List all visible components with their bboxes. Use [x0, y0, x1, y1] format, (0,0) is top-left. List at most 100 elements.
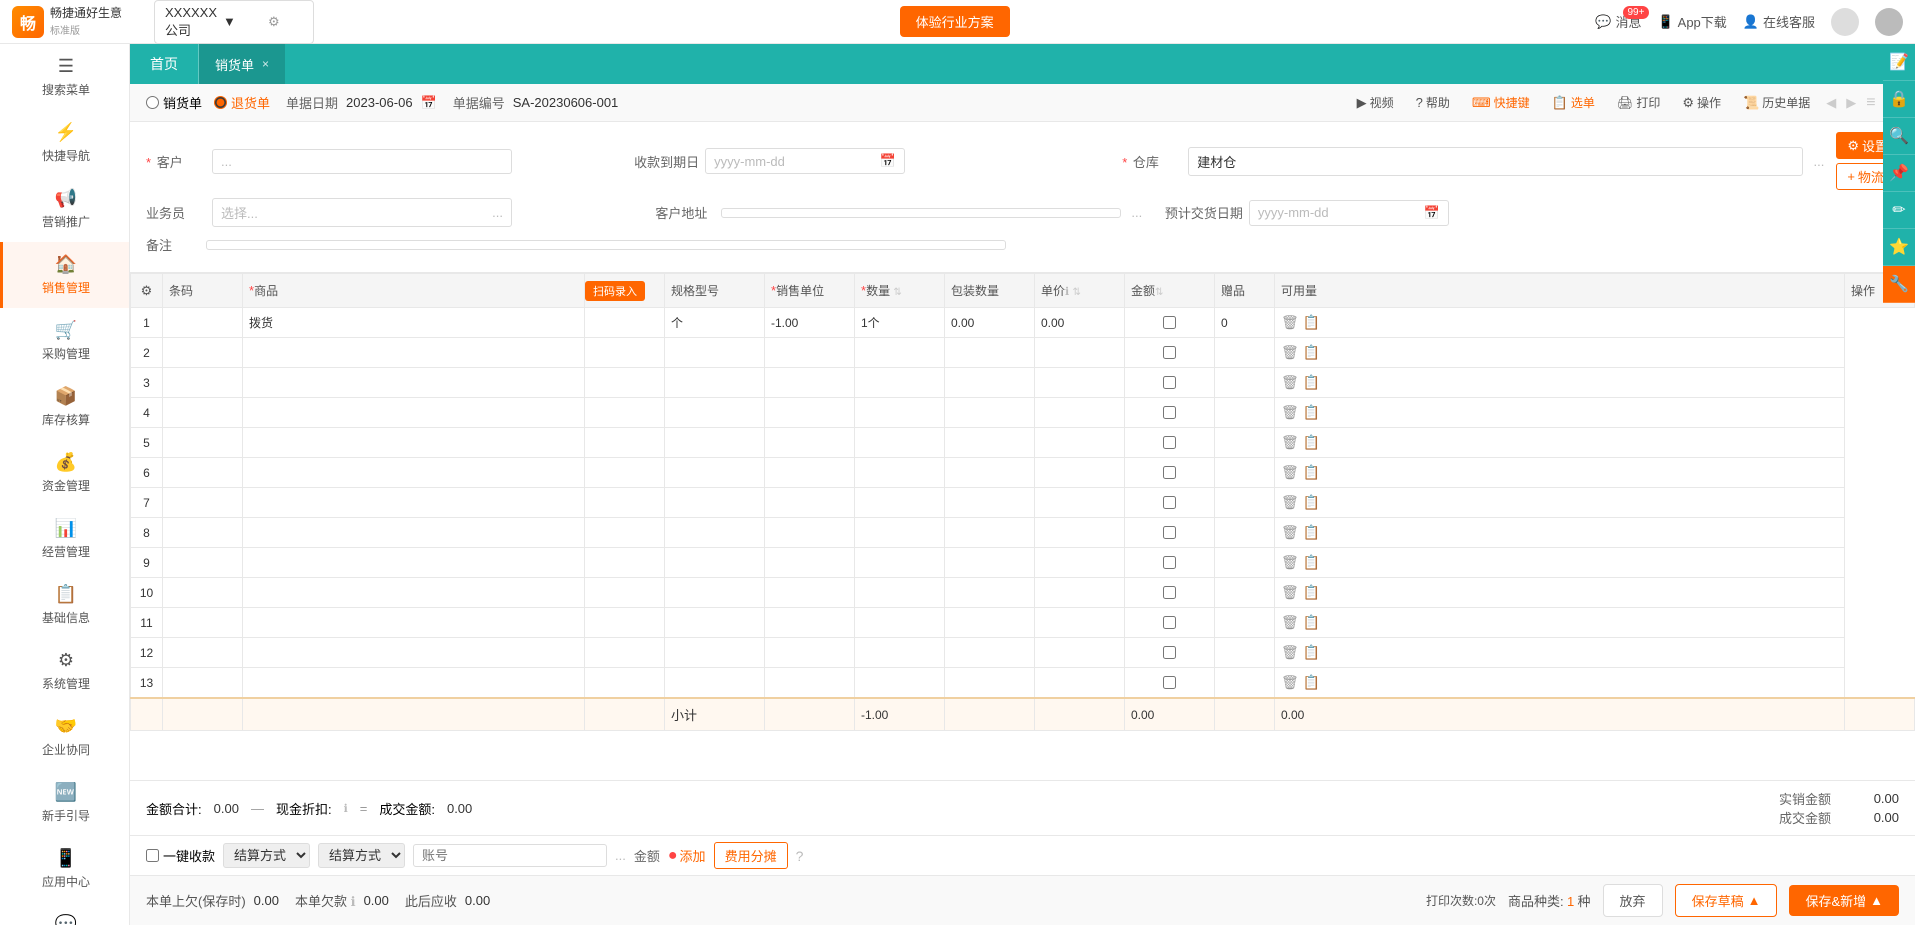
sidebar-item-enterprise[interactable]: 🤝 企业协同 [0, 704, 129, 770]
delete-row-6-btn[interactable]: 🗑 [1281, 464, 1299, 481]
message-btn[interactable]: 💬 消息 99+ [1595, 12, 1641, 31]
help-icon-payment[interactable]: ? [796, 848, 804, 864]
float-btn-4[interactable]: 📌 [1883, 155, 1915, 192]
prev-icon[interactable]: ◀ [1826, 95, 1836, 111]
sidebar-item-basic[interactable]: 📋 基础信息 [0, 572, 129, 638]
avatar-2[interactable] [1875, 8, 1903, 36]
delete-row-9-btn[interactable]: 🗑 [1281, 554, 1299, 571]
th-settings[interactable]: ⚙ [131, 274, 163, 308]
cell-unit-price-1[interactable]: 0.00 [945, 308, 1035, 338]
cell-unit-price-2[interactable] [945, 338, 1035, 368]
online-service-btn[interactable]: 👤 在线客服 [1743, 12, 1815, 31]
warehouse-input[interactable]: 建材仓 [1188, 147, 1803, 176]
gift-checkbox-5[interactable] [1163, 436, 1176, 449]
delete-row-12-btn[interactable]: 🗑 [1281, 644, 1299, 661]
sidebar-item-inventory[interactable]: 📦 库存核算 [0, 374, 129, 440]
delete-row-8-btn[interactable]: 🗑 [1281, 524, 1299, 541]
delete-row-10-btn[interactable]: 🗑 [1281, 584, 1299, 601]
tab-active[interactable]: 销货单 × [199, 44, 285, 84]
cell-barcode-1[interactable] [163, 308, 243, 338]
copy-row-11-btn[interactable]: 📋 [1303, 614, 1320, 631]
list-view-icon[interactable]: ≡ [1866, 94, 1875, 112]
delete-row-5-btn[interactable]: 🗑 [1281, 434, 1299, 451]
gift-checkbox-11[interactable] [1163, 616, 1176, 629]
account-dots[interactable]: ... [615, 848, 626, 863]
warehouse-dots[interactable]: ... [1813, 154, 1824, 169]
sidebar-item-guide[interactable]: 🆕 新手引导 [0, 770, 129, 836]
salesperson-input[interactable]: 选择... ... [212, 198, 512, 227]
th-scan[interactable]: 扫码录入 [585, 274, 665, 308]
cell-quantity-2[interactable] [765, 338, 855, 368]
toolbar-operate-btn[interactable]: ⚙ 操作 [1676, 92, 1727, 113]
toolbar-video-btn[interactable]: ▶ 视频 [1351, 92, 1400, 113]
sidebar-item-quick-nav[interactable]: ⚡ 快捷导航 [0, 110, 129, 176]
cell-barcode-2[interactable] [163, 338, 243, 368]
toolbar-history-btn[interactable]: 📜 历史单据 [1737, 92, 1816, 113]
cell-unit-1[interactable]: 个 [665, 308, 765, 338]
quantity-sort-icon[interactable]: ⇅ [893, 287, 901, 298]
gift-checkbox-10[interactable] [1163, 586, 1176, 599]
delete-row-1-btn[interactable]: 🗑 [1281, 314, 1299, 331]
copy-row-13-btn[interactable]: 📋 [1303, 674, 1320, 691]
calc-method-select[interactable]: 结算方式 [318, 843, 405, 868]
gift-checkbox-12[interactable] [1163, 646, 1176, 659]
discard-btn[interactable]: 放弃 [1603, 884, 1663, 917]
copy-row-10-btn[interactable]: 📋 [1303, 584, 1320, 601]
next-icon[interactable]: ▶ [1846, 95, 1856, 111]
gift-checkbox-3[interactable] [1163, 376, 1176, 389]
add-btn[interactable]: ● 添加 [668, 846, 706, 865]
price-sort-icon[interactable]: ⇅ [1073, 287, 1081, 298]
tab-close-btn[interactable]: × [262, 57, 269, 71]
sidebar-item-search[interactable]: ☰ 搜索菜单 [0, 44, 129, 110]
toolbar-help-btn[interactable]: ? 帮助 [1410, 92, 1456, 113]
radio-sales-order[interactable]: 销货单 [146, 93, 202, 112]
addr-dots[interactable]: ... [1131, 205, 1142, 220]
info-icon[interactable]: ℹ [344, 802, 348, 815]
float-btn-1[interactable]: 📝 [1883, 44, 1915, 81]
expected-date-input[interactable]: yyyy-mm-dd 📅 [1249, 200, 1449, 226]
float-btn-5[interactable]: ✏ [1883, 192, 1915, 229]
company-selector[interactable]: XXXXXX公司 ▼ ⚙ [154, 0, 314, 44]
amount-sort-icon[interactable]: ⇅ [1155, 287, 1163, 298]
copy-row-4-btn[interactable]: 📋 [1303, 404, 1320, 421]
one-click-checkbox[interactable] [146, 849, 159, 862]
save-new-btn[interactable]: 保存&新增 ▲ [1789, 885, 1899, 916]
toolbar-print-btn[interactable]: 🖨 打印 [1611, 92, 1667, 113]
gift-checkbox-7[interactable] [1163, 496, 1176, 509]
sidebar-item-operations[interactable]: 📊 经营管理 [0, 506, 129, 572]
float-btn-2[interactable]: 🔒 [1883, 81, 1915, 118]
payment-method-select[interactable]: 结算方式 [223, 843, 310, 868]
avatar[interactable] [1831, 8, 1859, 36]
sidebar-item-appstore[interactable]: 📱 应用中心 [0, 836, 129, 902]
delete-row-4-btn[interactable]: 🗑 [1281, 404, 1299, 421]
delete-row-11-btn[interactable]: 🗑 [1281, 614, 1299, 631]
copy-row-9-btn[interactable]: 📋 [1303, 554, 1320, 571]
scan-btn[interactable]: 扫码录入 [585, 281, 645, 301]
app-download-btn[interactable]: 📱 App下载 [1657, 12, 1726, 31]
copy-row-7-btn[interactable]: 📋 [1303, 494, 1320, 511]
gift-checkbox-9[interactable] [1163, 556, 1176, 569]
gift-checkbox-1[interactable] [1163, 316, 1176, 329]
radio-return-order[interactable]: 退货单 [214, 93, 270, 112]
sidebar-item-finance[interactable]: 💰 资金管理 [0, 440, 129, 506]
delete-row-13-btn[interactable]: 🗑 [1281, 674, 1299, 691]
float-btn-6[interactable]: ⭐ [1883, 229, 1915, 266]
cell-product-2[interactable] [243, 338, 585, 368]
gift-checkbox-8[interactable] [1163, 526, 1176, 539]
copy-row-2-btn[interactable]: 📋 [1303, 344, 1320, 361]
cell-spec-2[interactable] [585, 338, 665, 368]
cell-amount-2[interactable] [1035, 338, 1125, 368]
calendar-icon[interactable]: 📅 [421, 95, 437, 111]
gift-checkbox-13[interactable] [1163, 676, 1176, 689]
toolbar-shortcut-btn[interactable]: ⌨ 快捷键 [1466, 92, 1536, 113]
customer-addr-input[interactable] [721, 208, 1121, 218]
copy-row-6-btn[interactable]: 📋 [1303, 464, 1320, 481]
one-click-pay[interactable]: 一键收款 [146, 846, 215, 865]
payment-calendar-icon[interactable]: 📅 [880, 153, 896, 169]
cell-amount-1[interactable]: 0.00 [1035, 308, 1125, 338]
account-input[interactable] [413, 844, 607, 867]
cell-spec-1[interactable] [585, 308, 665, 338]
float-btn-7[interactable]: 🔧 [1883, 266, 1915, 303]
copy-row-1-btn[interactable]: 📋 [1303, 314, 1320, 331]
copy-row-3-btn[interactable]: 📋 [1303, 374, 1320, 391]
